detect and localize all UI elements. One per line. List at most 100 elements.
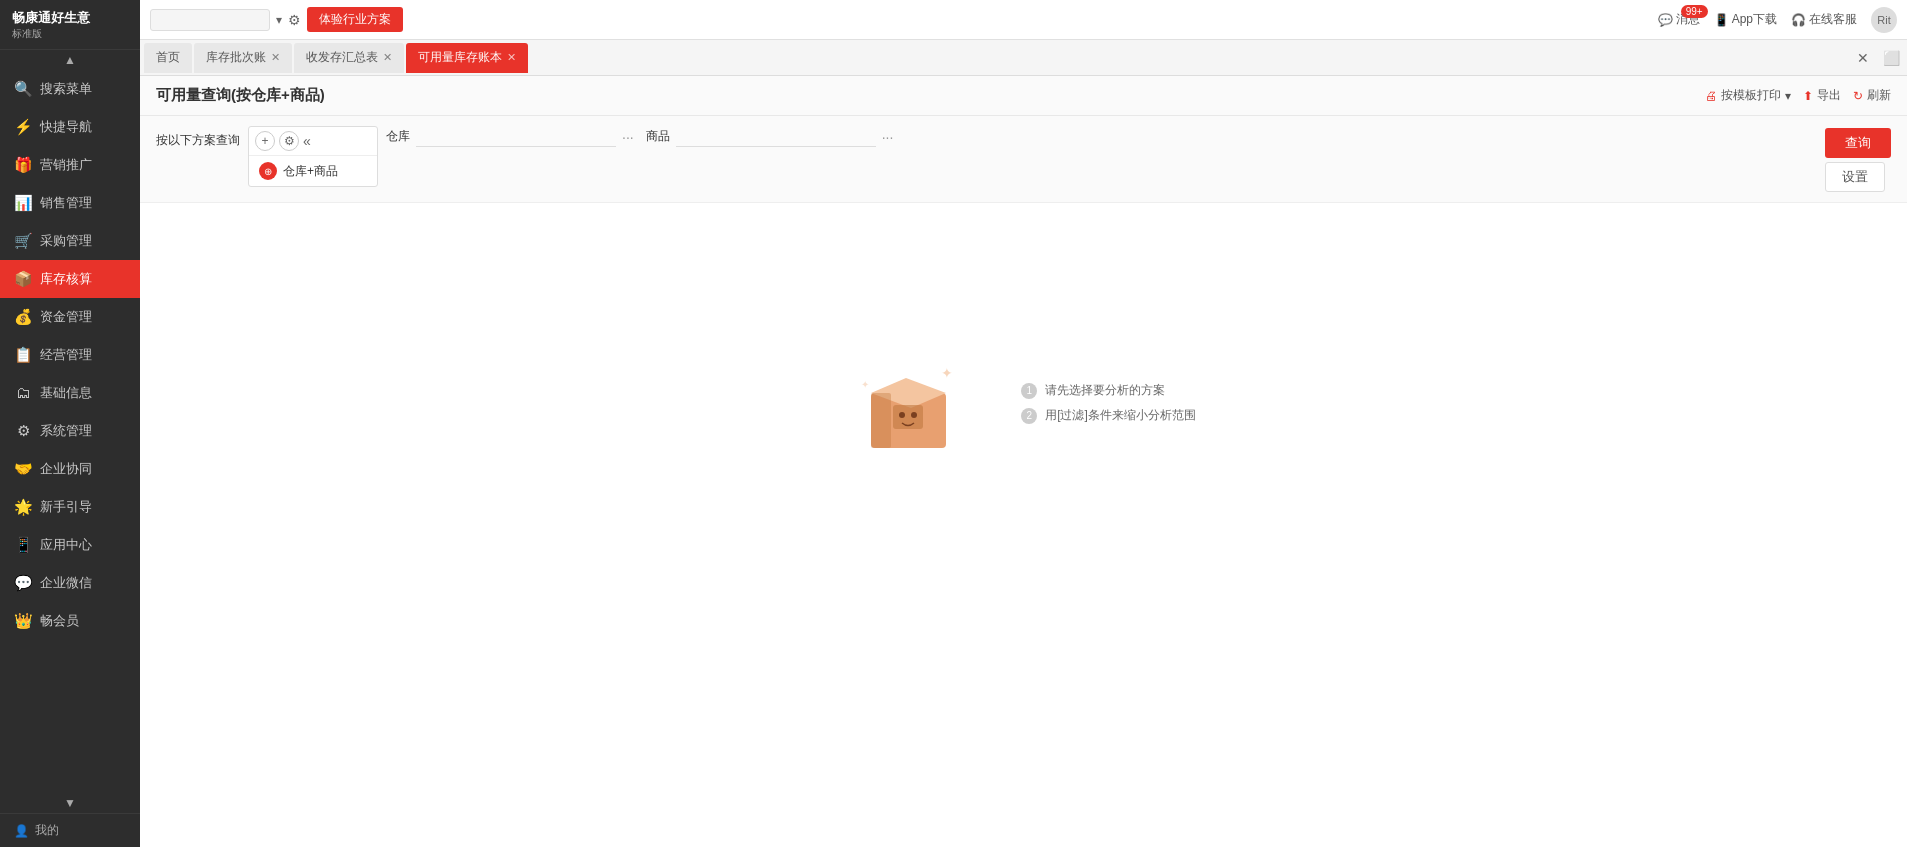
sidebar-item-system[interactable]: ⚙ 系统管理 [0, 412, 140, 450]
sidebar-logo: 畅康通好生意 标准版 [0, 0, 140, 50]
empty-hint-2: 2 用[过滤]条件来缩小分析范围 [1021, 407, 1196, 424]
top-bar-left: ▾ ⚙ 体验行业方案 [150, 7, 1650, 32]
collapse-icon[interactable]: « [303, 133, 311, 149]
sidebar-item-wechat[interactable]: 💬 企业微信 [0, 564, 140, 602]
tab-batch-close[interactable]: ✕ [271, 51, 280, 64]
tab-available[interactable]: 可用量库存账本 ✕ [406, 43, 528, 73]
tab-window-actions: ✕ ⬜ [1851, 46, 1903, 70]
sales-icon: 📊 [14, 194, 32, 212]
purchase-icon: 🛒 [14, 232, 32, 250]
scheme-toolbar: + ⚙ « [249, 127, 377, 156]
shortcut-icon: ⚡ [14, 118, 32, 136]
top-bar-right: 💬 消息 99+ 📱 App下载 🎧 在线客服 Rit [1658, 7, 1897, 33]
svg-point-4 [899, 412, 905, 418]
sidebar-item-label-apps: 应用中心 [40, 536, 92, 554]
enterprise-icon: 🤝 [14, 460, 32, 478]
sidebar-item-label-member: 畅会员 [40, 612, 79, 630]
tab-available-close[interactable]: ✕ [507, 51, 516, 64]
warehouse-input[interactable] [416, 126, 616, 147]
sidebar-scroll-down[interactable]: ▼ [0, 793, 140, 813]
export-label: 导出 [1817, 87, 1841, 104]
tab-close-button[interactable]: ✕ [1851, 46, 1875, 70]
add-scheme-button[interactable]: + [255, 131, 275, 151]
trial-button[interactable]: 体验行业方案 [307, 7, 403, 32]
sidebar-item-sales[interactable]: 📊 销售管理 [0, 184, 140, 222]
sidebar-item-search[interactable]: 🔍 搜索菜单 [0, 70, 140, 108]
tab-batch[interactable]: 库存批次账 ✕ [194, 43, 292, 73]
empty-hint-2-text: 用[过滤]条件来缩小分析范围 [1045, 407, 1196, 424]
sidebar-item-guide[interactable]: 🌟 新手引导 [0, 488, 140, 526]
sidebar-item-inventory[interactable]: 📦 库存核算 [0, 260, 140, 298]
user-name: Rit [1877, 14, 1890, 26]
sidebar-item-label-system: 系统管理 [40, 422, 92, 440]
svg-rect-2 [871, 393, 891, 448]
tab-bar: 首页 库存批次账 ✕ 收发存汇总表 ✕ 可用量库存账本 ✕ ✕ ⬜ [140, 40, 1907, 76]
filter-field-goods: 商品 ··· [646, 126, 894, 147]
user-avatar[interactable]: Rit [1871, 7, 1897, 33]
empty-hints: 1 请先选择要分析的方案 2 用[过滤]条件来缩小分析范围 [1021, 382, 1196, 424]
sidebar-item-finance[interactable]: 💰 资金管理 [0, 298, 140, 336]
sidebar-scroll-up[interactable]: ▲ [0, 50, 140, 70]
empty-illustration: ✦ ✦ [851, 343, 971, 463]
sidebar-item-label-wechat: 企业微信 [40, 574, 92, 592]
finance-icon: 💰 [14, 308, 32, 326]
search-icon: 🔍 [14, 80, 32, 98]
refresh-label: 刷新 [1867, 87, 1891, 104]
print-button[interactable]: 🖨 按模板打印 ▾ [1705, 87, 1791, 104]
marketing_promo-icon: 🎁 [14, 156, 32, 174]
sidebar-item-label-purchase: 采购管理 [40, 232, 92, 250]
scheme-item-label: 仓库+商品 [283, 163, 338, 180]
sidebar-item-marketing_promo[interactable]: 🎁 营销推广 [0, 146, 140, 184]
export-button[interactable]: ⬆ 导出 [1803, 87, 1841, 104]
edit-scheme-button[interactable]: ⚙ [279, 131, 299, 151]
sidebar-item-operations[interactable]: 📋 经营管理 [0, 336, 140, 374]
sidebar-item-label-marketing_promo: 营销推广 [40, 156, 92, 174]
sidebar-bottom-user[interactable]: 👤 我的 [0, 813, 140, 847]
filter-fields: 仓库 ··· 商品 ··· [386, 126, 1817, 147]
tab-batch-label: 库存批次账 [206, 49, 266, 66]
warehouse-more-icon[interactable]: ··· [622, 129, 634, 145]
sidebar-item-purchase[interactable]: 🛒 采购管理 [0, 222, 140, 260]
wechat-icon: 💬 [14, 574, 32, 592]
online-service-button[interactable]: 🎧 在线客服 [1791, 11, 1857, 28]
sidebar-item-label-finance: 资金管理 [40, 308, 92, 326]
sidebar-item-label-enterprise: 企业协同 [40, 460, 92, 478]
settings-button[interactable]: 设置 [1825, 162, 1885, 192]
sidebar-item-basic[interactable]: 🗂 基础信息 [0, 374, 140, 412]
dropdown-icon[interactable]: ▾ [276, 13, 282, 27]
tab-summary[interactable]: 收发存汇总表 ✕ [294, 43, 404, 73]
query-button[interactable]: 查询 [1825, 128, 1891, 158]
app-download-button[interactable]: 📱 App下载 [1714, 11, 1777, 28]
gear-icon[interactable]: ⚙ [288, 12, 301, 28]
headset-icon: 🎧 [1791, 13, 1806, 27]
page-header-actions: 🖨 按模板打印 ▾ ⬆ 导出 ↻ 刷新 [1705, 87, 1891, 104]
scheme-item-warehouse-goods[interactable]: ⊕ 仓库+商品 [249, 156, 377, 186]
print-dropdown-icon: ▾ [1785, 89, 1791, 103]
sidebar-item-apps[interactable]: 📱 应用中心 [0, 526, 140, 564]
filter-area: 按以下方案查询 + ⚙ « ⊕ 仓库+商品 仓库 ··· [140, 116, 1907, 203]
svg-point-5 [911, 412, 917, 418]
message-button[interactable]: 💬 消息 99+ [1658, 11, 1700, 28]
top-bar: ▾ ⚙ 体验行业方案 💬 消息 99+ 📱 App下载 🎧 在线客服 Rit [140, 0, 1907, 40]
svg-text:✦: ✦ [941, 365, 953, 381]
export-icon: ⬆ [1803, 89, 1813, 103]
hint-num-2: 2 [1021, 408, 1037, 424]
tab-available-label: 可用量库存账本 [418, 49, 502, 66]
sidebar-item-shortcut[interactable]: ⚡ 快捷导航 [0, 108, 140, 146]
goods-more-icon[interactable]: ··· [882, 129, 894, 145]
goods-input[interactable] [676, 126, 876, 147]
page-content: 可用量查询(按仓库+商品) 🖨 按模板打印 ▾ ⬆ 导出 ↻ 刷新 按以下方案 [140, 76, 1907, 847]
tab-home[interactable]: 首页 [144, 43, 192, 73]
sidebar-item-member[interactable]: 👑 畅会员 [0, 602, 140, 640]
search-input[interactable] [150, 9, 270, 31]
sidebar-item-label-sales: 销售管理 [40, 194, 92, 212]
tab-home-label: 首页 [156, 49, 180, 66]
online-service-label: 在线客服 [1809, 11, 1857, 28]
refresh-button[interactable]: ↻ 刷新 [1853, 87, 1891, 104]
system-icon: ⚙ [14, 422, 32, 440]
tab-summary-close[interactable]: ✕ [383, 51, 392, 64]
member-icon: 👑 [14, 612, 32, 630]
tab-maximize-button[interactable]: ⬜ [1879, 46, 1903, 70]
print-icon: 🖨 [1705, 89, 1717, 103]
sidebar-item-enterprise[interactable]: 🤝 企业协同 [0, 450, 140, 488]
